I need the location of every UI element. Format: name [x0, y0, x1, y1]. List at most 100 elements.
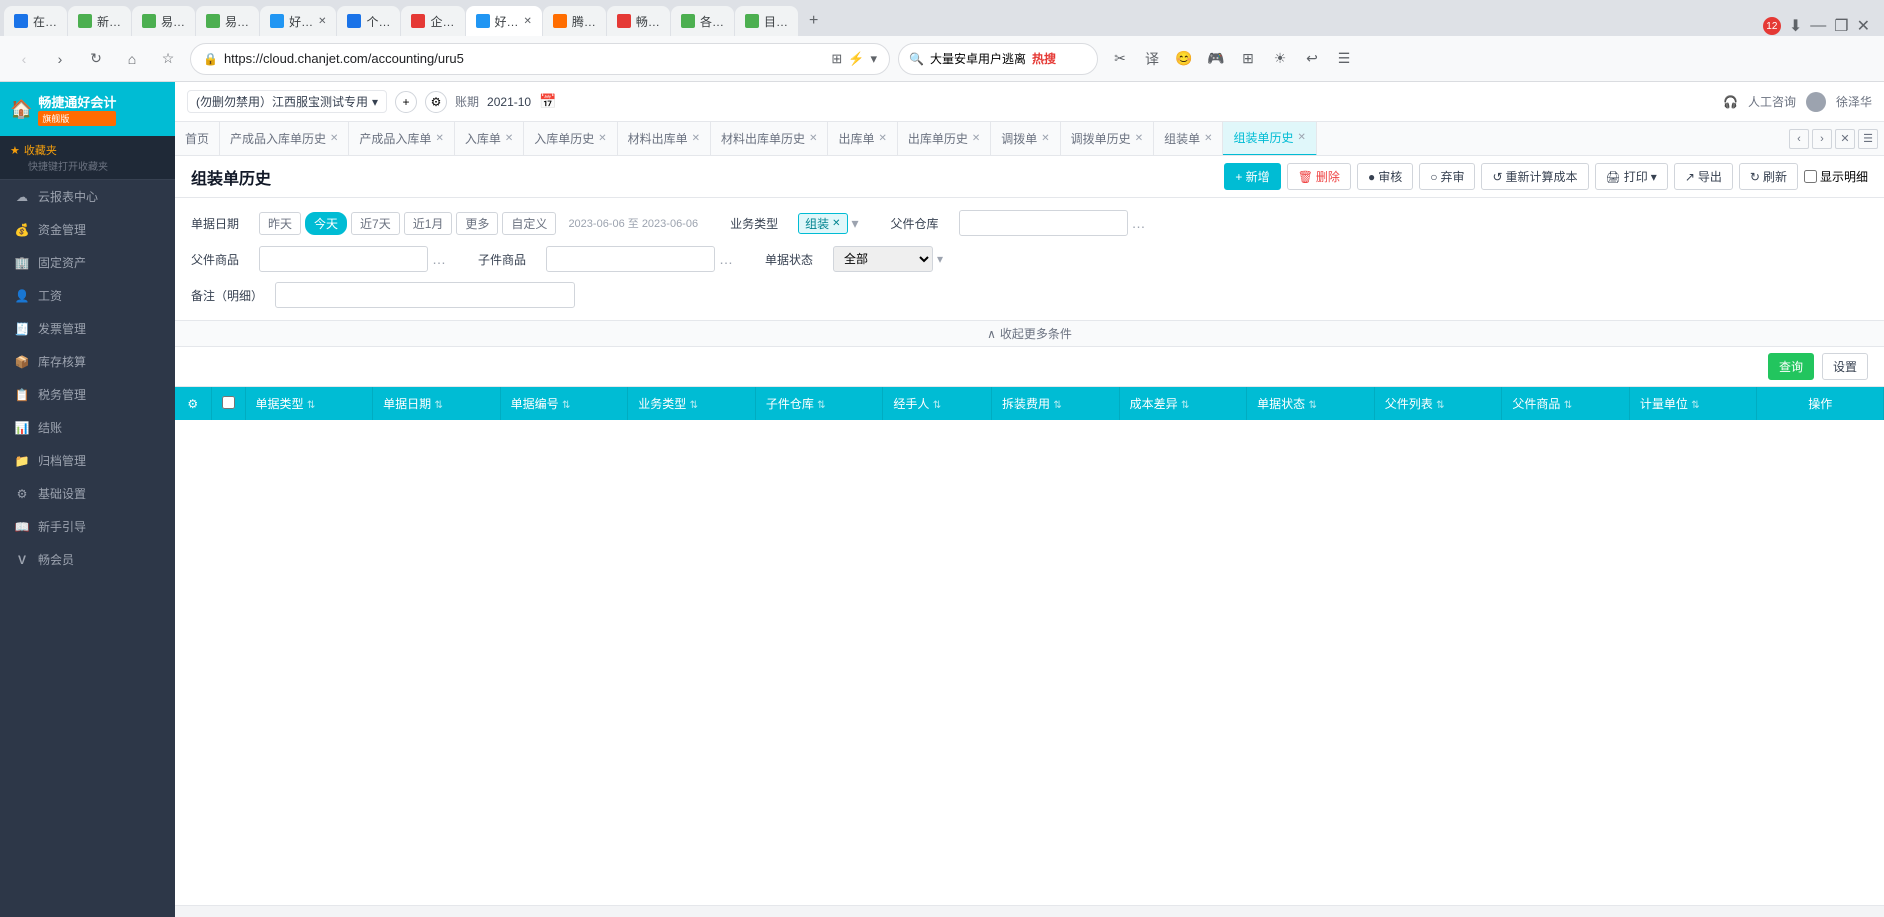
nav-tab-close-transfer-history[interactable]: ✕ — [1135, 133, 1143, 144]
browser-tab-6[interactable]: 个… — [337, 6, 400, 36]
home-button[interactable]: ⌂ — [118, 45, 146, 73]
th-cost-diff[interactable]: 成本差异 ⇅ — [1119, 387, 1247, 420]
tab-more-icon[interactable]: ☰ — [1858, 129, 1878, 149]
audit-button[interactable]: ● 审核 — [1357, 163, 1413, 190]
url-apps-icon[interactable]: ⊞ — [831, 51, 842, 67]
company-selector[interactable]: (勿删勿禁用）江西服宝测试专用 ▾ — [187, 90, 387, 113]
tab-scroll-left[interactable]: ‹ — [1789, 129, 1809, 149]
restore-icon[interactable]: ❐ — [1834, 16, 1848, 36]
sidebar-item-invoice[interactable]: 🧾 发票管理 — [0, 312, 175, 345]
support-label[interactable]: 人工咨询 — [1748, 93, 1796, 110]
tab-close-all[interactable]: ✕ — [1835, 129, 1855, 149]
sidebar-item-member[interactable]: V 畅会员 — [0, 543, 175, 576]
company-settings-button[interactable]: ⚙ — [425, 91, 447, 113]
url-dropdown-icon[interactable]: ▾ — [870, 51, 877, 67]
export-button[interactable]: ↗ 导出 — [1674, 163, 1733, 190]
nav-tab-in-history[interactable]: 入库单历史 ✕ — [524, 122, 617, 156]
sidebar-item-archive[interactable]: 📁 归档管理 — [0, 444, 175, 477]
table-settings-icon[interactable]: ⚙ — [187, 397, 198, 411]
minimize-icon[interactable]: — — [1810, 17, 1826, 35]
sidebar-item-capital[interactable]: 💰 资金管理 — [0, 213, 175, 246]
refresh-button[interactable]: ↻ 刷新 — [1739, 163, 1798, 190]
date-btn-more[interactable]: 更多 — [456, 212, 498, 235]
browser-tab-8[interactable]: 好… ✕ — [466, 6, 542, 36]
query-button[interactable]: 查询 — [1768, 353, 1814, 380]
th-bill-status[interactable]: 单据状态 ⇅ — [1247, 387, 1375, 420]
browser-tab-7[interactable]: 企… — [401, 6, 464, 36]
download-icon[interactable]: ⬇ — [1789, 16, 1802, 36]
business-type-tag-close[interactable]: ✕ — [832, 218, 840, 229]
nav-tab-transfer-history[interactable]: 调拨单历史 ✕ — [1061, 122, 1154, 156]
th-disassemble-cost[interactable]: 拆装费用 ⇅ — [992, 387, 1120, 420]
tab-close-5[interactable]: ✕ — [318, 16, 326, 27]
sidebar-item-inventory[interactable]: 📦 库存核算 — [0, 345, 175, 378]
nav-tab-assembly-history[interactable]: 组装单历史 ✕ — [1223, 122, 1316, 156]
date-btn-1month[interactable]: 近1月 — [404, 212, 453, 235]
settings-btn[interactable]: 设置 — [1822, 353, 1868, 380]
nav-tab-home[interactable]: 首页 — [175, 122, 220, 156]
nav-tab-material-out[interactable]: 材料出库单 ✕ — [618, 122, 711, 156]
nav-tab-material-out-history[interactable]: 材料出库单历史 ✕ — [711, 122, 828, 156]
th-parent-list[interactable]: 父件列表 ⇅ — [1374, 387, 1502, 420]
select-all-checkbox[interactable] — [222, 396, 235, 409]
nav-tab-close-produce-in[interactable]: ✕ — [435, 133, 443, 144]
browser-tab-5[interactable]: 好… ✕ — [260, 6, 336, 36]
show-detail-label[interactable]: 显示明细 — [1804, 168, 1868, 185]
nav-tab-close-material-out-history[interactable]: ✕ — [809, 133, 817, 144]
nav-tab-close-material-out[interactable]: ✕ — [692, 133, 700, 144]
show-detail-checkbox[interactable] — [1804, 170, 1817, 183]
translate-icon[interactable]: 译 — [1138, 45, 1166, 73]
date-btn-yesterday[interactable]: 昨天 — [259, 212, 301, 235]
browser-tab-10[interactable]: 畅… — [607, 6, 670, 36]
sidebar-item-fixed-assets[interactable]: 🏢 固定资产 — [0, 246, 175, 279]
nav-tab-close-in-bill[interactable]: ✕ — [505, 133, 513, 144]
nav-tab-produce-in[interactable]: 产成品入库单 ✕ — [349, 122, 454, 156]
nav-tab-in-bill[interactable]: 入库单 ✕ — [455, 122, 524, 156]
child-goods-more[interactable]: … — [719, 251, 733, 267]
menu-icon[interactable]: ☰ — [1330, 45, 1358, 73]
date-btn-7days[interactable]: 近7天 — [351, 212, 400, 235]
child-goods-input[interactable] — [546, 246, 715, 272]
th-bill-date[interactable]: 单据日期 ⇅ — [373, 387, 501, 420]
browser-tab-9[interactable]: 腾… — [543, 6, 606, 36]
nav-tab-close-out-bill[interactable]: ✕ — [878, 133, 886, 144]
parent-goods-more[interactable]: … — [432, 251, 446, 267]
th-settings[interactable]: ⚙ — [175, 387, 211, 420]
browser-tab-3[interactable]: 易… — [132, 6, 195, 36]
bottom-scroll[interactable] — [175, 905, 1884, 917]
nav-tab-out-bill[interactable]: 出库单 ✕ — [828, 122, 897, 156]
game-icon[interactable]: 🎮 — [1202, 45, 1230, 73]
sidebar-item-payroll[interactable]: 👤 工资 — [0, 279, 175, 312]
nav-tab-out-history[interactable]: 出库单历史 ✕ — [898, 122, 991, 156]
th-handler[interactable]: 经手人 ⇅ — [883, 387, 992, 420]
nav-tab-close-out-history[interactable]: ✕ — [972, 133, 980, 144]
parent-warehouse-more[interactable]: … — [1132, 215, 1146, 231]
th-unit[interactable]: 计量单位 ⇅ — [1629, 387, 1757, 420]
reload-button[interactable]: ↻ — [82, 45, 110, 73]
browser-tab-2[interactable]: 新… — [68, 6, 131, 36]
sidebar-item-settings[interactable]: ⚙ 基础设置 — [0, 477, 175, 510]
sidebar-item-guide[interactable]: 📖 新手引导 — [0, 510, 175, 543]
business-type-dropdown[interactable]: ▾ — [852, 215, 859, 232]
collapse-bar[interactable]: ∧ 收起更多条件 — [175, 321, 1884, 347]
th-bill-no[interactable]: 单据编号 ⇅ — [500, 387, 628, 420]
sidebar-item-tax[interactable]: 📋 税务管理 — [0, 378, 175, 411]
add-company-button[interactable]: + — [395, 91, 417, 113]
forward-button[interactable]: › — [46, 45, 74, 73]
tab-close-8[interactable]: ✕ — [524, 16, 532, 27]
date-btn-today[interactable]: 今天 — [305, 212, 347, 235]
th-bill-type[interactable]: 单据类型 ⇅ — [245, 387, 373, 420]
nav-tab-close-assembly[interactable]: ✕ — [1204, 133, 1212, 144]
browser-tab-11[interactable]: 各… — [671, 6, 734, 36]
search-bar[interactable]: 🔍 大量安卓用户逃离 热搜 — [898, 43, 1098, 75]
emoji-icon[interactable]: 😊 — [1170, 45, 1198, 73]
nav-tab-close-produce-in-history[interactable]: ✕ — [330, 133, 338, 144]
th-business-type[interactable]: 业务类型 ⇅ — [628, 387, 756, 420]
brightness-icon[interactable]: ☀ — [1266, 45, 1294, 73]
nav-tab-produce-in-history[interactable]: 产成品入库单历史 ✕ — [220, 122, 349, 156]
sidebar-item-closing[interactable]: 📊 结账 — [0, 411, 175, 444]
back-button[interactable]: ‹ — [10, 45, 38, 73]
browser-tab-4[interactable]: 易… — [196, 6, 259, 36]
delete-button[interactable]: 🗑 删除 — [1287, 163, 1351, 190]
nav-tab-close-in-history[interactable]: ✕ — [598, 133, 606, 144]
